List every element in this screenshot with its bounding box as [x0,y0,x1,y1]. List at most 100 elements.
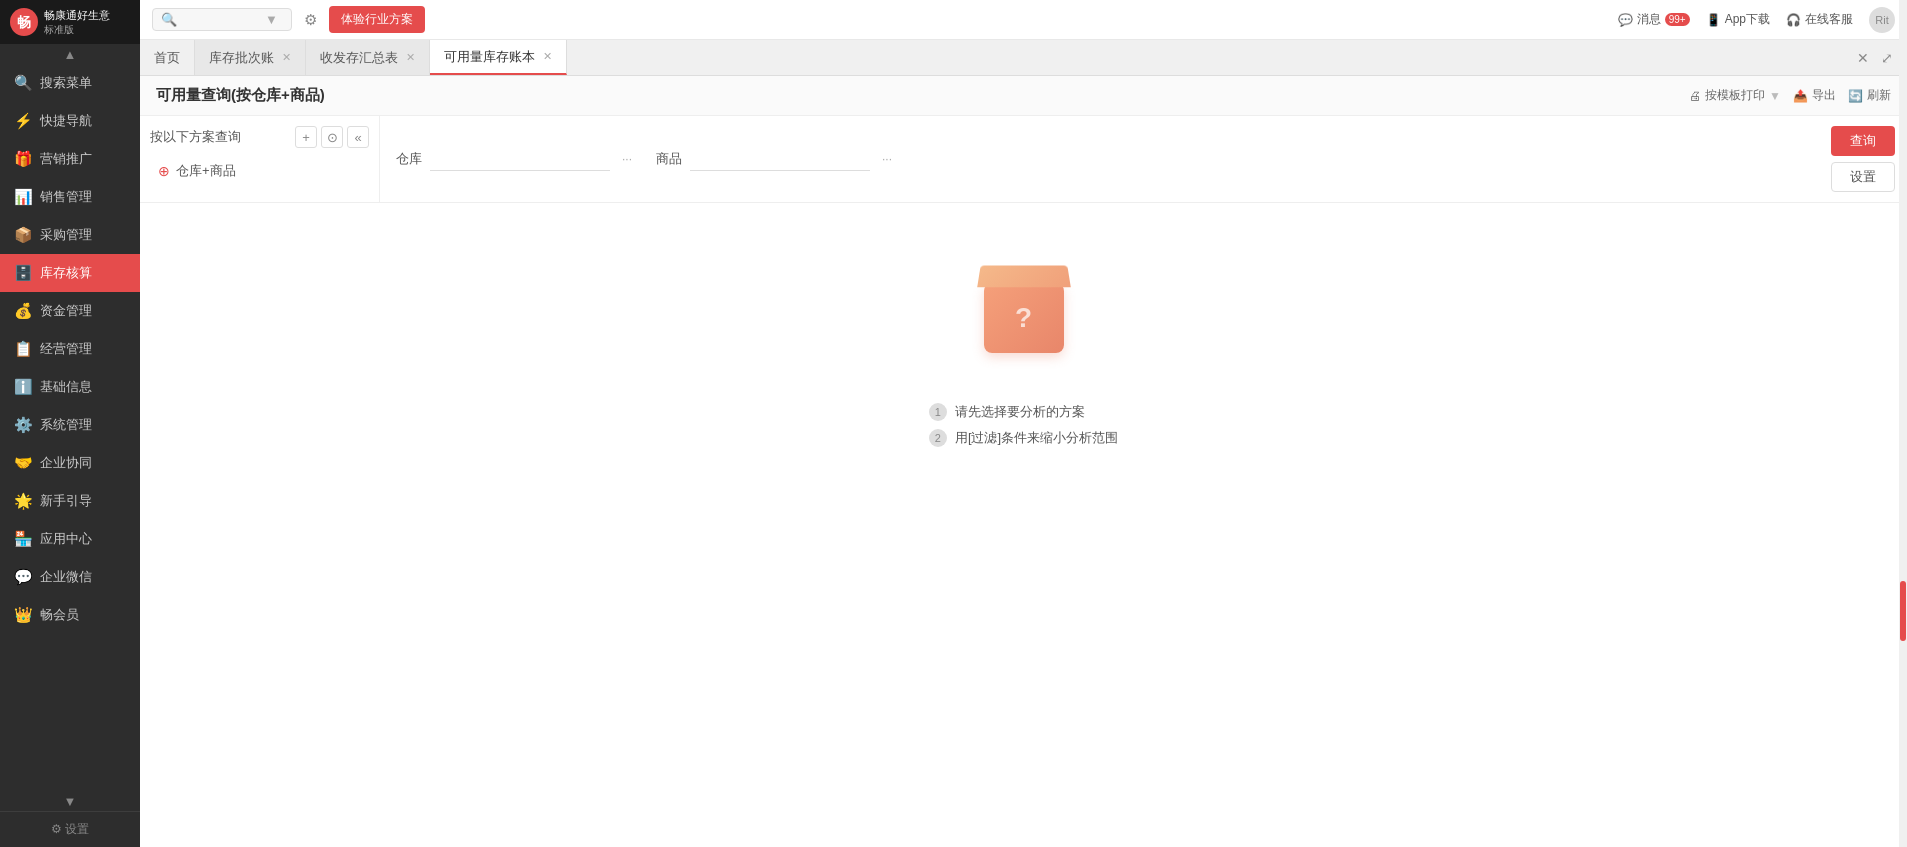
product-label: 商品 [656,150,682,168]
topbar-right: 💬 消息 99+ 📱 App下载 🎧 在线客服 Rit [1618,7,1895,33]
scrollbar-thumb [1900,581,1906,641]
scheme-item-warehouse-product[interactable]: ⊕ 仓库+商品 [150,156,369,186]
sidebar-item-enterprise-coop[interactable]: 🤝 企业协同 [0,444,140,482]
add-icon: + [302,130,310,145]
right-scrollbar[interactable] [1899,0,1907,847]
sidebar-scroll-down[interactable]: ▼ [0,791,140,811]
empty-illustration [964,263,1084,383]
export-button[interactable]: 📤 导出 [1793,87,1836,104]
sidebar-item-appcenter[interactable]: 🏪 应用中心 [0,520,140,558]
sidebar-item-label: 企业微信 [40,568,92,586]
hint-text-1: 请先选择要分析的方案 [955,403,1085,421]
gear-icon[interactable]: ⚙ [300,7,321,33]
headset-icon: 🎧 [1786,13,1801,27]
shortcut-icon: ⚡ [14,112,32,130]
sidebar-item-label: 新手引导 [40,492,92,510]
warehouse-input[interactable] [430,147,610,171]
sidebar-item-shortcut[interactable]: ⚡ 快捷导航 [0,102,140,140]
product-input[interactable] [690,147,870,171]
fields-panel: 仓库 ··· 商品 ··· [380,116,1819,202]
finance-icon: 💰 [14,302,32,320]
sidebar-item-sales[interactable]: 📊 销售管理 [0,178,140,216]
warehouse-label: 仓库 [396,150,422,168]
app-name: 畅康通好生意 [44,8,110,23]
scheme-item-label: 仓库+商品 [176,162,236,180]
scheme-header: 按以下方案查询 + ⊙ « [150,126,369,148]
member-icon: 👑 [14,606,32,624]
warehouse-more-button[interactable]: ··· [618,152,636,166]
print-icon: 🖨 [1689,89,1701,103]
sidebar-item-purchase[interactable]: 📦 采购管理 [0,216,140,254]
tab-available-ledger[interactable]: 可用量库存账本 ✕ [430,40,567,75]
tab-home[interactable]: 首页 [140,40,195,75]
product-more-button[interactable]: ··· [878,152,896,166]
topbar-search-box[interactable]: 🔍 ▼ [152,8,292,31]
basic-icon: ℹ️ [14,378,32,396]
hint-num-2: 2 [929,429,947,447]
sidebar-scroll-up[interactable]: ▲ [0,44,140,64]
topbar: 🔍 ▼ ⚙ 体验行业方案 💬 消息 99+ 📱 App下载 🎧 在线客服 Rit [140,0,1907,40]
sidebar-item-marketing[interactable]: 🎁 营销推广 [0,140,140,178]
scheme-settings-button[interactable]: ⊙ [321,126,343,148]
sidebar-item-label: 企业协同 [40,454,92,472]
refresh-button[interactable]: 🔄 刷新 [1848,87,1891,104]
tab-batch-ledger-label: 库存批次账 [209,49,274,67]
newguide-icon: 🌟 [14,492,32,510]
main-area: 🔍 ▼ ⚙ 体验行业方案 💬 消息 99+ 📱 App下载 🎧 在线客服 Rit [140,0,1907,847]
sidebar-item-label: 快捷导航 [40,112,92,130]
page-header-actions: 🖨 按模板打印 ▼ 📤 导出 🔄 刷新 [1689,87,1891,104]
sidebar-item-label: 畅会员 [40,606,79,624]
sidebar-item-search[interactable]: 🔍 搜索菜单 [0,64,140,102]
sidebar-item-system[interactable]: ⚙️ 系统管理 [0,406,140,444]
tabbar: 首页 库存批次账 ✕ 收发存汇总表 ✕ 可用量库存账本 ✕ ✕ ⤢ [140,40,1907,76]
tab-batch-ledger[interactable]: 库存批次账 ✕ [195,40,306,75]
sidebar-item-basic[interactable]: ℹ️ 基础信息 [0,368,140,406]
sidebar-item-inventory[interactable]: 🗄️ 库存核算 [0,254,140,292]
sidebar-item-member[interactable]: 👑 畅会员 [0,596,140,634]
hint-text-2: 用[过滤]条件来缩小分析范围 [955,429,1118,447]
app-download-icon: 📱 [1706,13,1721,27]
tab-deposit-summary-close[interactable]: ✕ [406,51,415,64]
search-input[interactable] [181,13,261,27]
scheme-title: 按以下方案查询 [150,128,241,146]
warehouse-field-group: 仓库 ··· [396,147,636,171]
message-label: 消息 [1637,11,1661,28]
sidebar: 畅 畅康通好生意 标准版 ▲ 🔍 搜索菜单 ⚡ 快捷导航 🎁 营销推广 📊 销售… [0,0,140,847]
message-button[interactable]: 💬 消息 99+ [1618,11,1690,28]
sidebar-item-ops[interactable]: 📋 经营管理 [0,330,140,368]
sidebar-item-newguide[interactable]: 🌟 新手引导 [0,482,140,520]
query-button[interactable]: 查询 [1831,126,1895,156]
tab-expand-button[interactable]: ⤢ [1877,46,1897,70]
refresh-label: 刷新 [1867,87,1891,104]
print-template-button[interactable]: 🖨 按模板打印 ▼ [1689,87,1781,104]
online-service-label: 在线客服 [1805,11,1853,28]
settings-button[interactable]: 设置 [1831,162,1895,192]
hint-item-1: 1 请先选择要分析的方案 [929,403,1118,421]
sidebar-footer[interactable]: ⚙ 设置 [0,811,140,847]
print-dropdown-icon: ▼ [1769,89,1781,103]
marketing-icon: 🎁 [14,150,32,168]
sidebar-item-enterprise-wechat[interactable]: 💬 企业微信 [0,558,140,596]
ops-icon: 📋 [14,340,32,358]
sidebar-item-finance[interactable]: 💰 资金管理 [0,292,140,330]
purchase-icon: 📦 [14,226,32,244]
sidebar-item-label: 采购管理 [40,226,92,244]
submit-panel: 查询 设置 [1819,116,1907,202]
tab-deposit-summary[interactable]: 收发存汇总表 ✕ [306,40,430,75]
scheme-item-icon: ⊕ [158,163,170,179]
empty-hints: 1 请先选择要分析的方案 2 用[过滤]条件来缩小分析范围 [929,403,1118,447]
scheme-collapse-button[interactable]: « [347,126,369,148]
search-icon: 🔍 [161,12,177,27]
user-avatar[interactable]: Rit [1869,7,1895,33]
online-service-button[interactable]: 🎧 在线客服 [1786,11,1853,28]
sidebar-header: 畅 畅康通好生意 标准版 [0,0,140,44]
tab-batch-ledger-close[interactable]: ✕ [282,51,291,64]
tab-available-ledger-close[interactable]: ✕ [543,50,552,63]
tab-close-button[interactable]: ✕ [1853,46,1873,70]
industry-solution-button[interactable]: 体验行业方案 [329,6,425,33]
sidebar-item-label: 营销推广 [40,150,92,168]
app-download-label: App下载 [1725,11,1770,28]
scheme-add-button[interactable]: + [295,126,317,148]
app-download-button[interactable]: 📱 App下载 [1706,11,1770,28]
dropdown-icon[interactable]: ▼ [265,12,278,27]
